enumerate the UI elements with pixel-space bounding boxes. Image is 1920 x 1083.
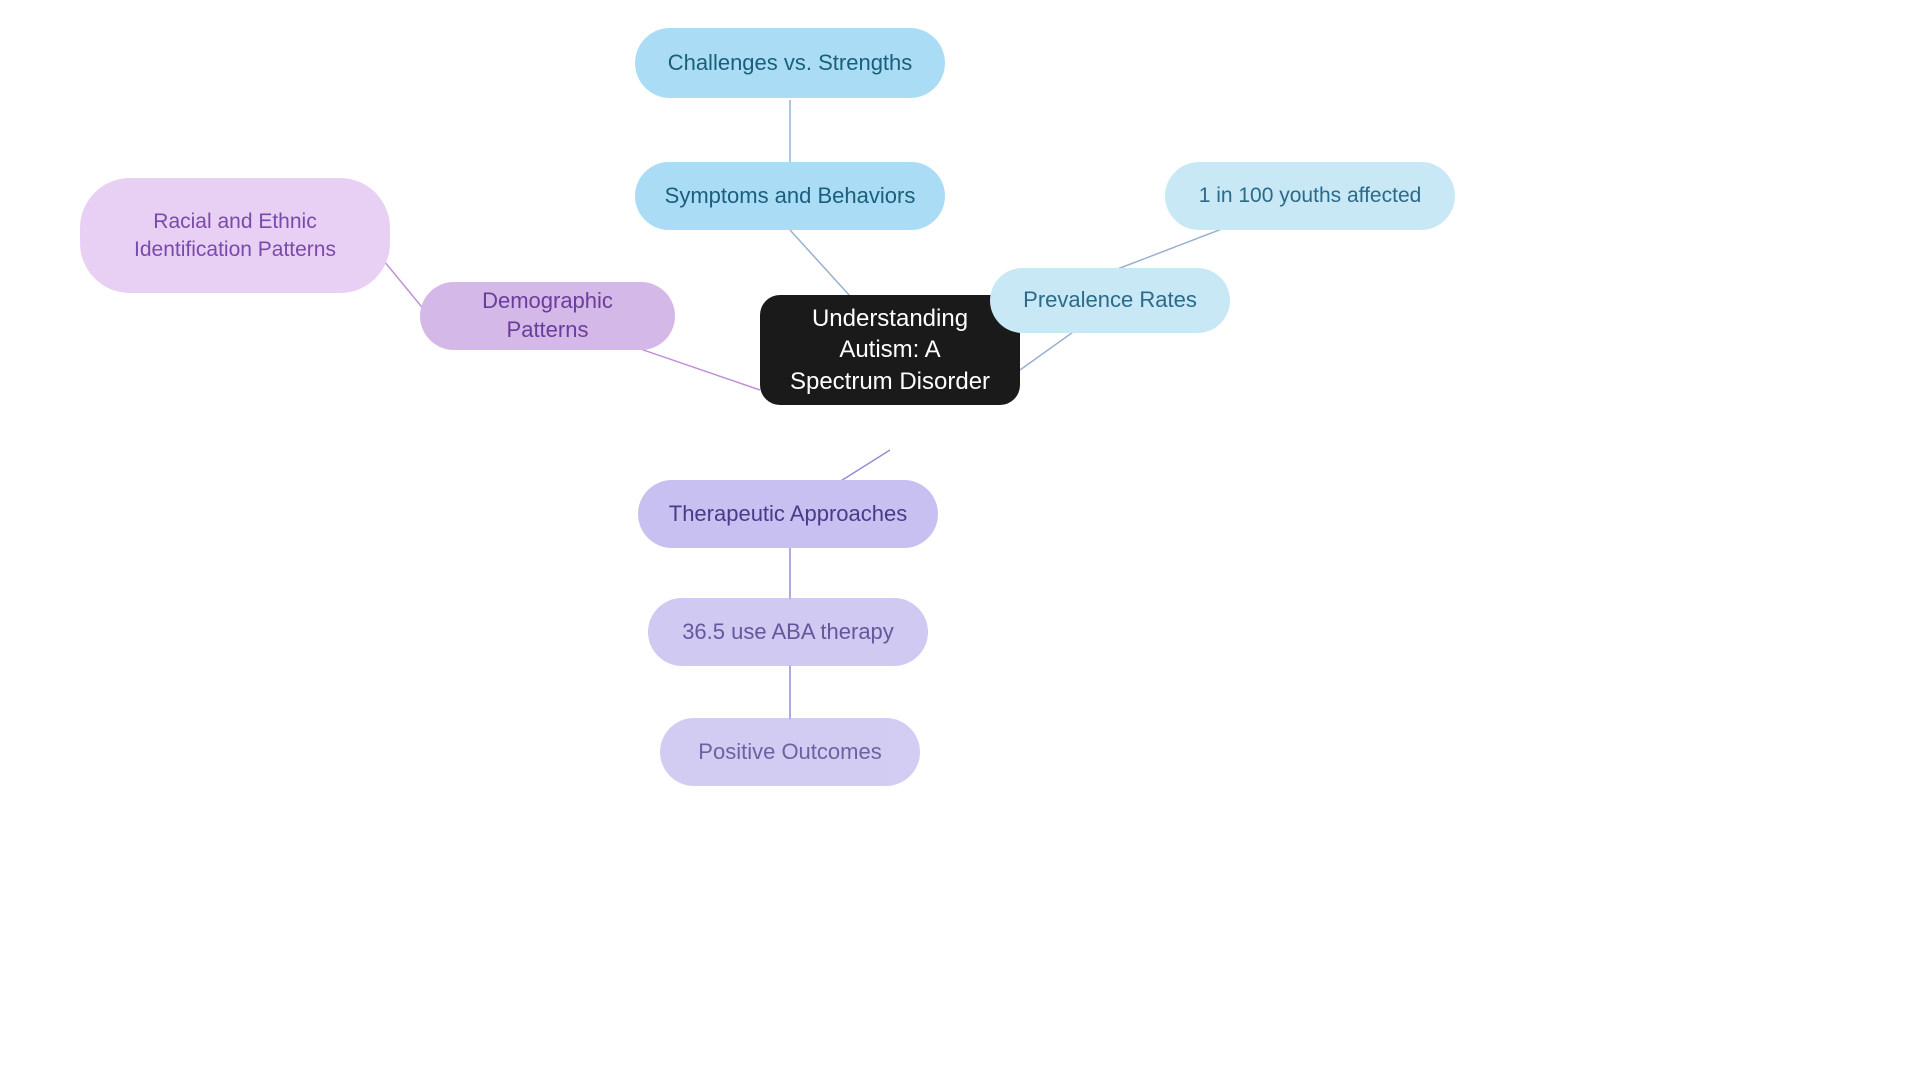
- symptoms-node[interactable]: Symptoms and Behaviors: [635, 162, 945, 230]
- challenges-node[interactable]: Challenges vs. Strengths: [635, 28, 945, 98]
- center-label: Understanding Autism: A Spectrum Disorde…: [788, 303, 992, 397]
- therapeutic-label: Therapeutic Approaches: [669, 500, 908, 529]
- youths-node[interactable]: 1 in 100 youths affected: [1165, 162, 1455, 230]
- connections-svg: [0, 0, 1920, 1083]
- center-node[interactable]: Understanding Autism: A Spectrum Disorde…: [760, 295, 1020, 405]
- therapeutic-node[interactable]: Therapeutic Approaches: [638, 480, 938, 548]
- racial-label: Racial and Ethnic Identification Pattern…: [108, 208, 362, 263]
- challenges-label: Challenges vs. Strengths: [668, 49, 913, 78]
- outcomes-node[interactable]: Positive Outcomes: [660, 718, 920, 786]
- mind-map: Understanding Autism: A Spectrum Disorde…: [0, 0, 1920, 1083]
- racial-node[interactable]: Racial and Ethnic Identification Pattern…: [80, 178, 390, 293]
- demographic-node[interactable]: Demographic Patterns: [420, 282, 675, 350]
- prevalence-label: Prevalence Rates: [1023, 286, 1197, 315]
- aba-node[interactable]: 36.5 use ABA therapy: [648, 598, 928, 666]
- prevalence-rates-node[interactable]: Prevalence Rates: [990, 268, 1230, 333]
- youths-label: 1 in 100 youths affected: [1199, 182, 1422, 209]
- outcomes-label: Positive Outcomes: [698, 738, 881, 767]
- aba-label: 36.5 use ABA therapy: [682, 618, 894, 647]
- symptoms-label: Symptoms and Behaviors: [665, 182, 916, 211]
- demographic-label: Demographic Patterns: [448, 287, 647, 344]
